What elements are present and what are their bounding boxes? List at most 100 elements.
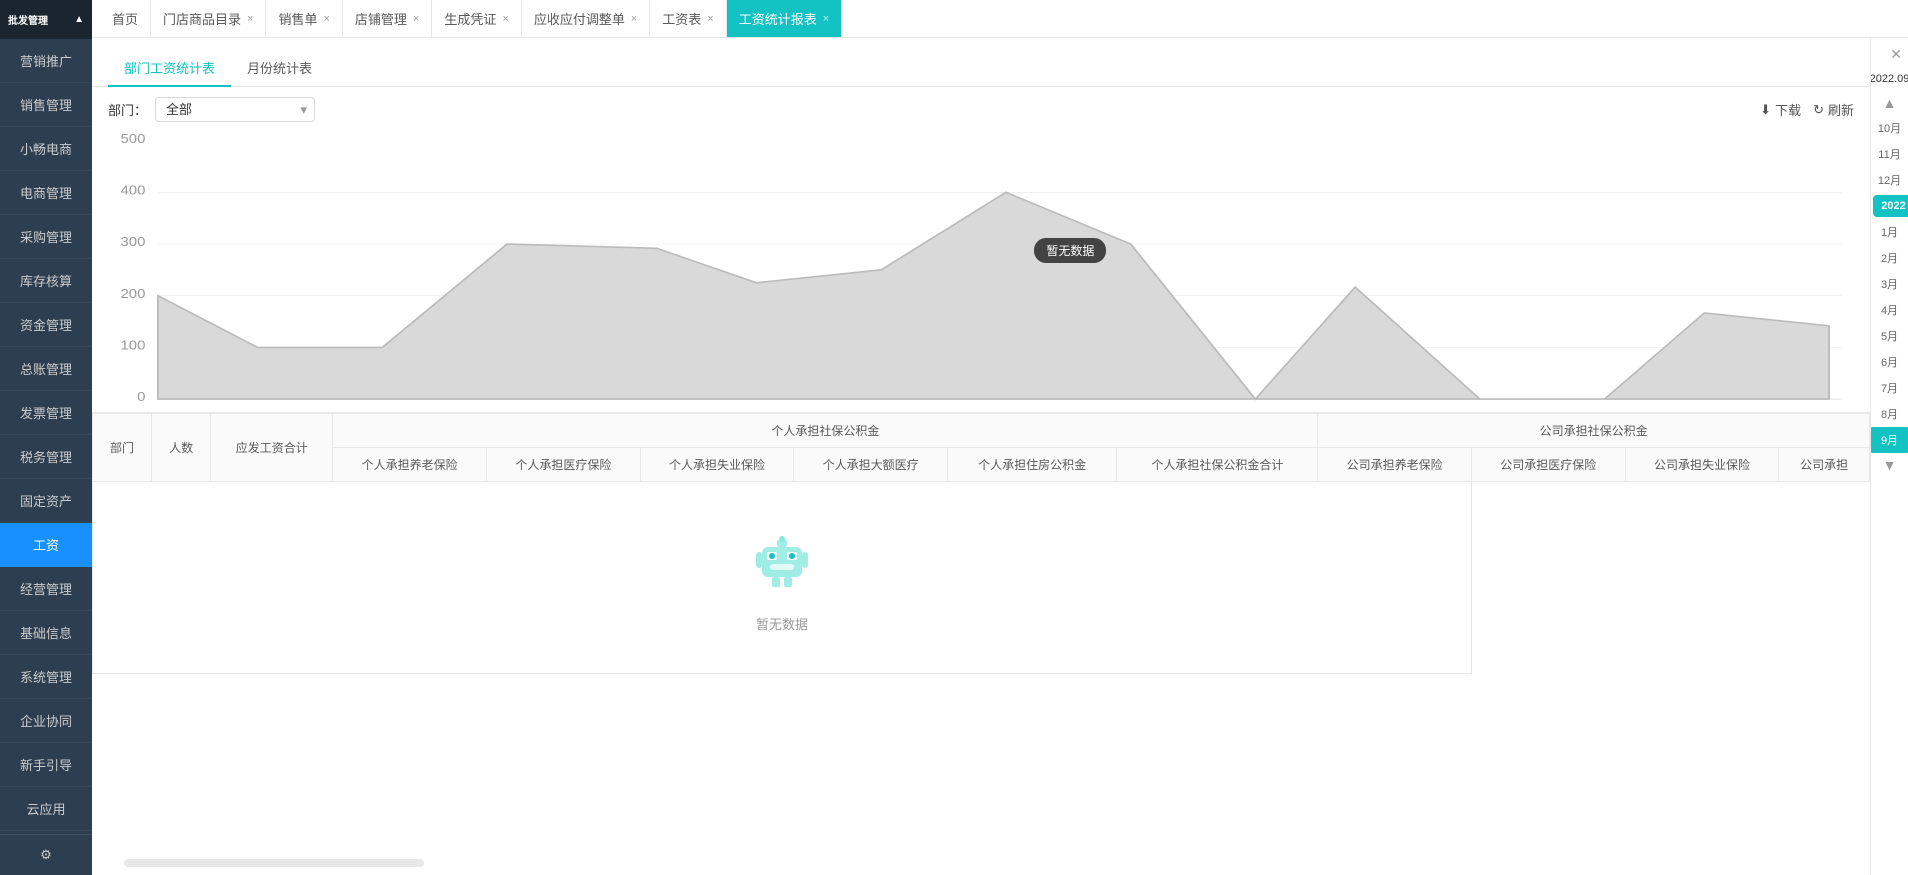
sub-tab-月份统计表[interactable]: 月份统计表 <box>231 50 328 87</box>
toolbar: 部门： 全部 ⬇ 下载 ↻ 刷新 <box>92 87 1870 132</box>
sub-tabs: 部门工资统计表月份统计表 <box>92 38 1870 87</box>
chart-svg: 0 100 200 300 400 500 <box>108 132 1854 412</box>
th-people: 人数 <box>152 414 211 482</box>
tab-门店商品目录[interactable]: 门店商品目录× <box>151 0 266 38</box>
panel-up-arrow[interactable]: ▲ <box>1879 91 1901 115</box>
sidebar-title: 批发管理 <box>8 12 48 27</box>
horizontal-scrollbar[interactable] <box>124 859 424 867</box>
empty-text: 暂无数据 <box>756 614 808 633</box>
month-item-9月[interactable]: 9月 <box>1870 427 1908 453</box>
sidebar-item-新手引导[interactable]: 新手引导 <box>0 743 92 787</box>
tooltip-text: 暂无数据 <box>1046 244 1094 258</box>
month-item-8月[interactable]: 8月 <box>1870 401 1908 427</box>
dept-select-wrapper: 全部 <box>155 97 315 122</box>
sidebar-item-工资[interactable]: 工资 <box>0 523 92 567</box>
tab-生成凭证[interactable]: 生成凭证 × <box>432 0 521 38</box>
tab-close-icon[interactable]: × <box>413 13 419 25</box>
th-personal-housing: 个人承担住房公积金 <box>947 448 1116 482</box>
sidebar-item-发票管理[interactable]: 发票管理 <box>0 391 92 435</box>
settings-button[interactable]: ⚙ <box>0 834 92 875</box>
month-item-2月[interactable]: 2月 <box>1870 245 1908 271</box>
th-dept: 部门 <box>93 414 152 482</box>
tab-应收应付调整单[interactable]: 应收应付调整单 × <box>522 0 650 38</box>
tab-label: 生成凭证 <box>444 9 496 28</box>
gear-icon: ⚙ <box>40 847 52 862</box>
sidebar-header[interactable]: 批发管理 ▲ <box>0 0 92 39</box>
svg-text:0: 0 <box>137 389 146 404</box>
tab-label: 应收应付调整单 <box>534 9 625 28</box>
sidebar-item-税务管理[interactable]: 税务管理 <box>0 435 92 479</box>
tab-工资统计报表[interactable]: 工资统计报表× <box>727 0 842 38</box>
svg-text:100: 100 <box>120 338 145 353</box>
main-area: 首页门店商品目录×销售单×店铺管理×生成凭证×应收应付调整单×工资表×工资统计报… <box>92 0 1908 875</box>
toolbar-right: ⬇ 下载 ↻ 刷新 <box>1760 100 1854 119</box>
tab-close-icon[interactable]: × <box>502 13 508 25</box>
svg-text:500: 500 <box>120 132 145 146</box>
month-item-1月[interactable]: 1月 <box>1870 219 1908 245</box>
sidebar: 批发管理 ▲ 营销推广销售管理小畅电商电商管理采购管理库存核算资金管理总账管理发… <box>0 0 92 875</box>
table-row: 暂无数据 <box>93 482 1870 674</box>
sidebar-item-采购管理[interactable]: 采购管理 <box>0 215 92 259</box>
th-personal-group: 个人承担社保公积金 <box>333 414 1318 448</box>
th-company-unemployment: 公司承担失业保险 <box>1625 448 1779 482</box>
sidebar-toggle-icon: ▲ <box>74 14 84 25</box>
sidebar-item-基础信息[interactable]: 基础信息 <box>0 611 92 655</box>
tab-close-icon[interactable]: × <box>707 13 713 25</box>
chart-tooltip: 暂无数据 <box>1034 238 1106 263</box>
toolbar-left: 部门： 全部 <box>108 97 315 122</box>
download-label: 下载 <box>1775 100 1801 119</box>
sidebar-item-资金管理[interactable]: 资金管理 <box>0 303 92 347</box>
sidebar-item-库存核算[interactable]: 库存核算 <box>0 259 92 303</box>
panel-down-arrow[interactable]: ▼ <box>1879 453 1901 477</box>
tab-首页[interactable]: 首页 <box>100 0 151 38</box>
th-company-group: 公司承担社保公积金 <box>1318 414 1870 448</box>
tab-close-icon[interactable]: × <box>247 13 253 25</box>
dept-select[interactable]: 全部 <box>155 97 315 122</box>
tabs-bar: 首页门店商品目录×销售单×店铺管理×生成凭证×应收应付调整单×工资表×工资统计报… <box>92 0 1908 38</box>
th-personal-total: 个人承担社保公积金合计 <box>1117 448 1318 482</box>
month-item-5月[interactable]: 5月 <box>1870 323 1908 349</box>
sidebar-item-企业协同[interactable]: 企业协同 <box>0 699 92 743</box>
refresh-label: 刷新 <box>1828 100 1854 119</box>
empty-state: 暂无数据 <box>93 482 1471 673</box>
tab-销售单[interactable]: 销售单× <box>266 0 342 38</box>
download-icon: ⬇ <box>1760 102 1771 118</box>
tab-工资表[interactable]: 工资表× <box>650 0 726 38</box>
empty-robot-icon <box>742 522 822 602</box>
sub-tab-部门工资统计表[interactable]: 部门工资统计表 <box>108 50 231 87</box>
month-item-3月[interactable]: 3月 <box>1870 271 1908 297</box>
refresh-button[interactable]: ↻ 刷新 <box>1813 100 1854 119</box>
sidebar-item-云应用[interactable]: 云应用 <box>0 787 92 831</box>
month-item-2022[interactable]: 2022 <box>1873 195 1908 217</box>
sidebar-item-电商管理[interactable]: 电商管理 <box>0 171 92 215</box>
tab-店铺管理[interactable]: 店铺管理× <box>343 0 432 38</box>
sidebar-item-经营管理[interactable]: 经营管理 <box>0 567 92 611</box>
svg-text:200: 200 <box>120 286 145 301</box>
th-personal-medical: 个人承担医疗保险 <box>487 448 641 482</box>
month-item-6月[interactable]: 6月 <box>1870 349 1908 375</box>
sidebar-item-销售管理[interactable]: 销售管理 <box>0 83 92 127</box>
tab-close-icon[interactable]: × <box>823 13 829 25</box>
svg-text:300: 300 <box>120 234 145 249</box>
panel-close-button[interactable]: ✕ <box>1886 42 1906 67</box>
month-item-10月[interactable]: 10月 <box>1870 115 1908 141</box>
table-area[interactable]: 部门 人数 应发工资合计 个人承担社保公积金 公司承担社保公积金 个人承担养老保… <box>92 412 1870 851</box>
sidebar-item-营销推广[interactable]: 营销推广 <box>0 39 92 83</box>
month-item-4月[interactable]: 4月 <box>1870 297 1908 323</box>
tab-close-icon[interactable]: × <box>323 13 329 25</box>
th-personal-major-medical: 个人承担大额医疗 <box>794 448 948 482</box>
month-item-11月[interactable]: 11月 <box>1870 141 1908 167</box>
sidebar-item-系统管理[interactable]: 系统管理 <box>0 655 92 699</box>
scrollbar-area[interactable] <box>92 851 1870 875</box>
tab-close-icon[interactable]: × <box>631 13 637 25</box>
sidebar-item-固定资产[interactable]: 固定资产 <box>0 479 92 523</box>
sidebar-item-总账管理[interactable]: 总账管理 <box>0 347 92 391</box>
month-item-7月[interactable]: 7月 <box>1870 375 1908 401</box>
download-button[interactable]: ⬇ 下载 <box>1760 100 1801 119</box>
chart-area: 0 100 200 300 400 500 <box>92 132 1870 412</box>
page-content: 部门工资统计表月份统计表 部门： 全部 ⬇ 下载 <box>92 38 1870 875</box>
month-item-12月[interactable]: 12月 <box>1870 167 1908 193</box>
sidebar-item-小畅电商[interactable]: 小畅电商 <box>0 127 92 171</box>
th-company-other: 公司承担 <box>1779 448 1870 482</box>
th-salary: 应发工资合计 <box>211 414 333 482</box>
